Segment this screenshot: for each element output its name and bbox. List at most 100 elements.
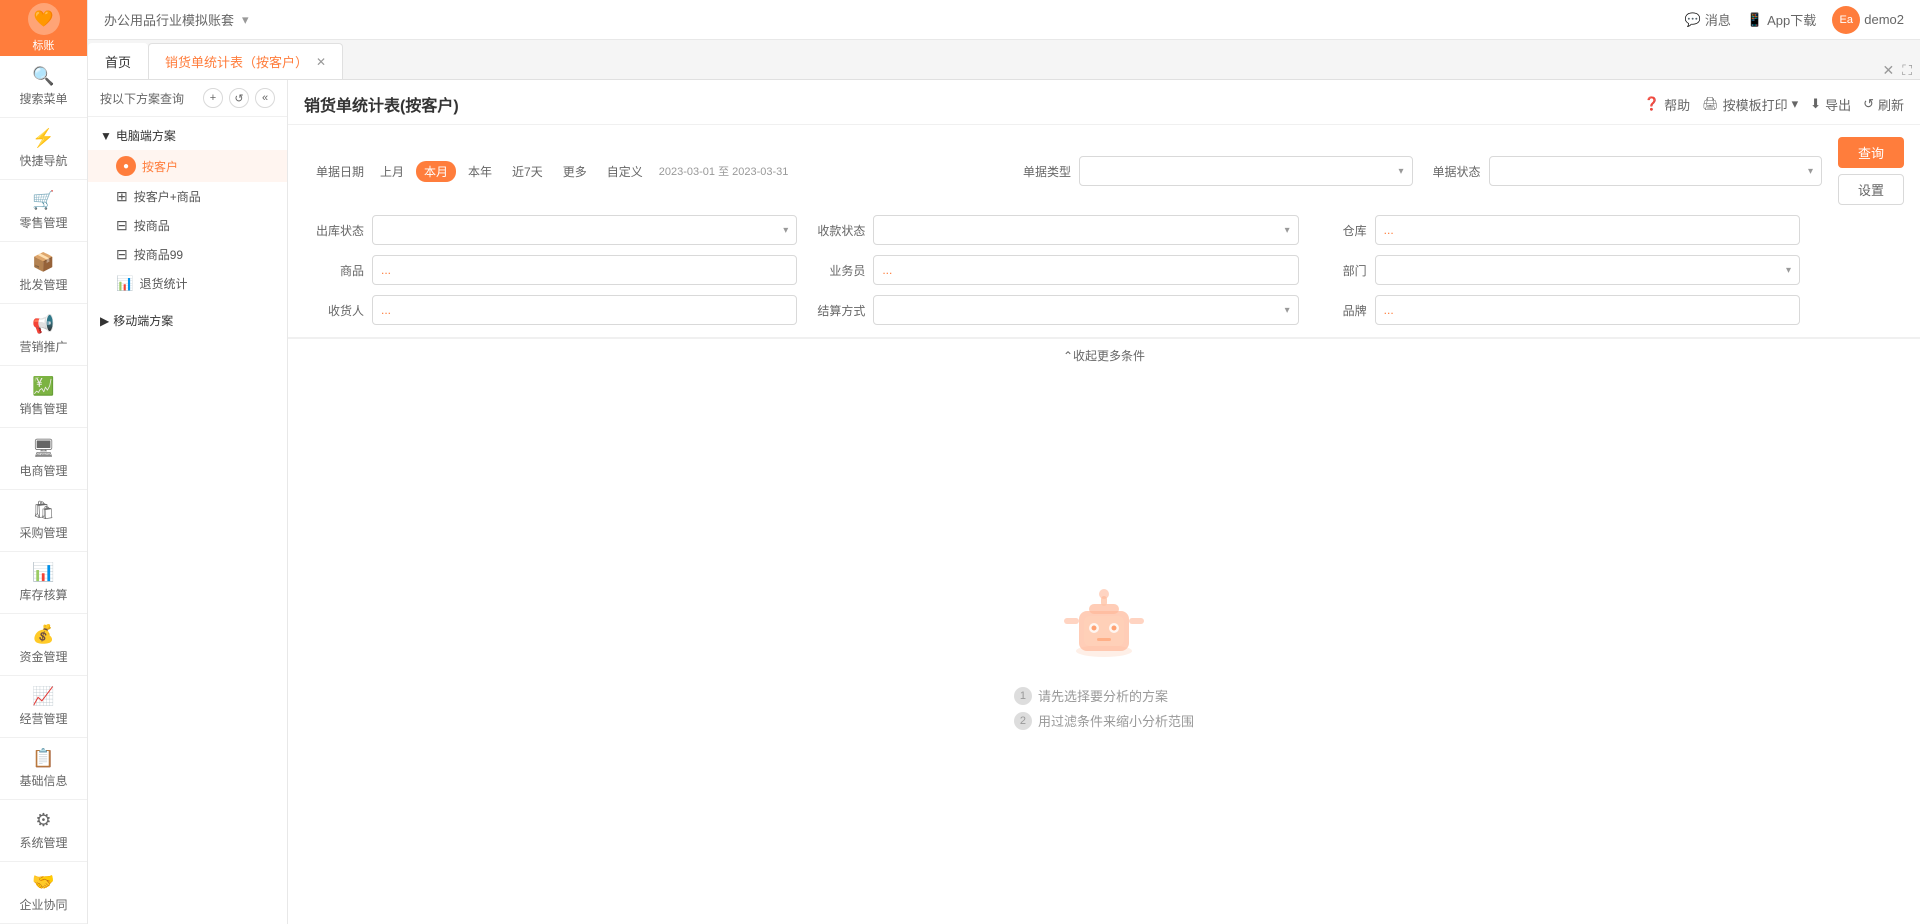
tree-node-by-customer[interactable]: ● 按客户 [88,150,287,182]
staff-dots: ... [882,263,892,277]
tree-node-by-customer-label: 按客户 [142,158,178,175]
user-profile[interactable]: Ea demo2 [1832,6,1904,34]
tree-node-by-customer-goods[interactable]: ⊞ 按客户+商品 [88,182,287,211]
header-right: 💬 消息 📱 App下载 Ea demo2 [1685,6,1904,34]
pay-input[interactable]: ▾ [873,215,1298,245]
sidebar-item-finance-mgmt[interactable]: 💰 资金管理 [0,614,87,676]
warehouse-input[interactable]: ... [1375,215,1800,245]
date-label: 单据日期 [304,163,364,180]
collapse-more-btn[interactable]: ⌃ 收起更多条件 [288,338,1920,372]
date-tab-this-month[interactable]: 本月 [416,161,456,182]
left-panel: 按以下方案查询 + ↺ « ▼ 电脑端方案 ● 按客户 ⊞ [88,80,288,924]
sidebar-item-ecommerce-mgmt[interactable]: 🖥 电商管理 [0,428,87,490]
sidebar-label-ecommerce-mgmt: 电商管理 [19,462,67,479]
sidebar-item-basic-info[interactable]: 📋 基础信息 [0,738,87,800]
tree-node-by-goods[interactable]: ⊟ 按商品 [88,211,287,240]
tab-home[interactable]: 首页 [88,43,148,79]
collapse-more-label: 收起更多条件 [1073,347,1145,364]
help-btn[interactable]: ❓ 帮助 [1644,95,1690,114]
sidebar-item-enterprise-collab[interactable]: 🤝 企业协同 [0,862,87,924]
sidebar-item-operations-mgmt[interactable]: 📈 经营管理 [0,676,87,738]
date-tab-last-month[interactable]: 上月 [372,161,412,182]
sidebar-icon-finance-mgmt: 💰 [32,624,54,645]
date-tab-custom[interactable]: 自定义 [599,161,651,182]
message-btn[interactable]: 💬 消息 [1685,10,1731,29]
warehouse-label: 仓库 [1307,222,1367,239]
chevron-down-icon[interactable]: ▾ [242,12,249,28]
sidebar-item-sales-mgmt[interactable]: 💹 销售管理 [0,366,87,428]
refresh-scheme-btn[interactable]: ↺ [229,88,249,108]
date-tab-this-year[interactable]: 本年 [460,161,500,182]
tab-sales-stats[interactable]: 销货单统计表（按客户） ✕ [148,43,343,79]
collapse-panel-btn[interactable]: « [255,88,275,108]
content-area: 按以下方案查询 + ↺ « ▼ 电脑端方案 ● 按客户 ⊞ [88,80,1920,924]
refresh-label: 刷新 [1878,95,1904,114]
sidebar-item-search-menu[interactable]: 🔍 搜索菜单 [0,56,87,118]
header-left: 办公用品行业模拟账套 ▾ [104,10,249,29]
sidebar-label-search-menu: 搜索菜单 [19,90,67,107]
sidebar-label-purchase-mgmt: 采购管理 [19,524,67,541]
pay-dropdown-icon: ▾ [1285,225,1290,236]
sidebar-label-system-mgmt: 系统管理 [19,834,67,851]
date-tab-more[interactable]: 更多 [555,161,595,182]
staff-input[interactable]: ... [873,255,1298,285]
filter-row-1: 单据日期 上月 本月 本年 近7天 更多 自定义 2023-03-01 至 20… [304,137,1904,205]
brand-input[interactable]: ... [1375,295,1800,325]
sidebar-item-inventory[interactable]: 📊 库存核算 [0,552,87,614]
out-input[interactable]: ▾ [372,215,797,245]
out-label: 出库状态 [304,222,364,239]
sidebar-item-purchase-mgmt[interactable]: 🛍 采购管理 [0,490,87,552]
sidebar-item-retail-mgmt[interactable]: 🛒 零售管理 [0,180,87,242]
sidebar-item-marketing[interactable]: 📢 营销推广 [0,304,87,366]
empty-hint-1: 1 请先选择要分析的方案 [1014,686,1194,705]
type-input[interactable]: ▾ [1079,156,1413,186]
left-panel-title: 按以下方案查询 [100,90,184,107]
sidebar-label-wholesale-mgmt: 批发管理 [19,276,67,293]
tree-group-desktop-header[interactable]: ▼ 电脑端方案 [88,121,287,150]
empty-state: 1 请先选择要分析的方案 2 用过滤条件来缩小分析范围 [288,372,1920,924]
refresh-btn[interactable]: ↺ 刷新 [1863,95,1904,114]
sidebar-item-wholesale-mgmt[interactable]: 📦 批发管理 [0,242,87,304]
status-dropdown-icon: ▾ [1808,166,1813,177]
goods-input[interactable]: ... [372,255,797,285]
tab-expand-icon[interactable]: ⛶ [1902,62,1912,79]
status-input[interactable]: ▾ [1489,156,1823,186]
sidebar-icon-ecommerce-mgmt: 🖥 [32,438,55,459]
expand-arrow-icon: ▼ [100,129,112,143]
sidebar-item-quick-nav[interactable]: ⚡ 快捷导航 [0,118,87,180]
tree-group-mobile-header[interactable]: ▶ 移动端方案 [88,306,287,335]
main-area: 办公用品行业模拟账套 ▾ 💬 消息 📱 App下载 Ea demo2 首页 [88,0,1920,924]
sidebar-label-marketing: 营销推广 [19,338,67,355]
active-dot-icon: ● [116,156,136,176]
tab-close-icon[interactable]: ✕ [316,55,326,69]
tree-node-return-stats[interactable]: 📊 退货统计 [88,269,287,298]
export-icon: ⬇ [1810,96,1821,112]
settings-button[interactable]: 设置 [1838,174,1904,205]
print-label: 按模板打印 [1723,95,1788,114]
brand-dots: ... [1384,303,1394,317]
dept-input[interactable]: ▾ [1375,255,1800,285]
receiver-input[interactable]: ... [372,295,797,325]
add-scheme-btn[interactable]: + [203,88,223,108]
tree-node-by-goods-99[interactable]: ⊟ 按商品99 [88,240,287,269]
tree-node-return-stats-label: 退货统计 [139,275,187,292]
goods-dots: ... [381,263,391,277]
sidebar-item-system-mgmt[interactable]: ⚙ 系统管理 [0,800,87,862]
bar-chart-icon: 📊 [116,275,133,292]
tab-close-all-icon[interactable]: ✕ [1882,62,1894,79]
payment-input[interactable]: ▾ [873,295,1298,325]
query-button[interactable]: 查询 [1838,137,1904,168]
warehouse-dots: ... [1384,223,1394,237]
sidebar-label-quick-nav: 快捷导航 [19,152,67,169]
export-btn[interactable]: ⬇ 导出 [1810,95,1851,114]
empty-hints: 1 请先选择要分析的方案 2 用过滤条件来缩小分析范围 [1014,686,1194,730]
date-tab-7days[interactable]: 近7天 [504,161,551,182]
sidebar-icon-retail-mgmt: 🛒 [32,190,54,211]
sidebar-icon-quick-nav: ⚡ [32,128,54,149]
type-label: 单据类型 [1011,163,1071,180]
avatar: Ea [1832,6,1860,34]
hint-num-2: 2 [1014,712,1032,730]
print-btn[interactable]: 🖨 按模板打印 ▾ [1702,95,1798,114]
payment-dropdown-icon: ▾ [1285,305,1290,316]
app-download-btn[interactable]: 📱 App下载 [1747,10,1816,29]
